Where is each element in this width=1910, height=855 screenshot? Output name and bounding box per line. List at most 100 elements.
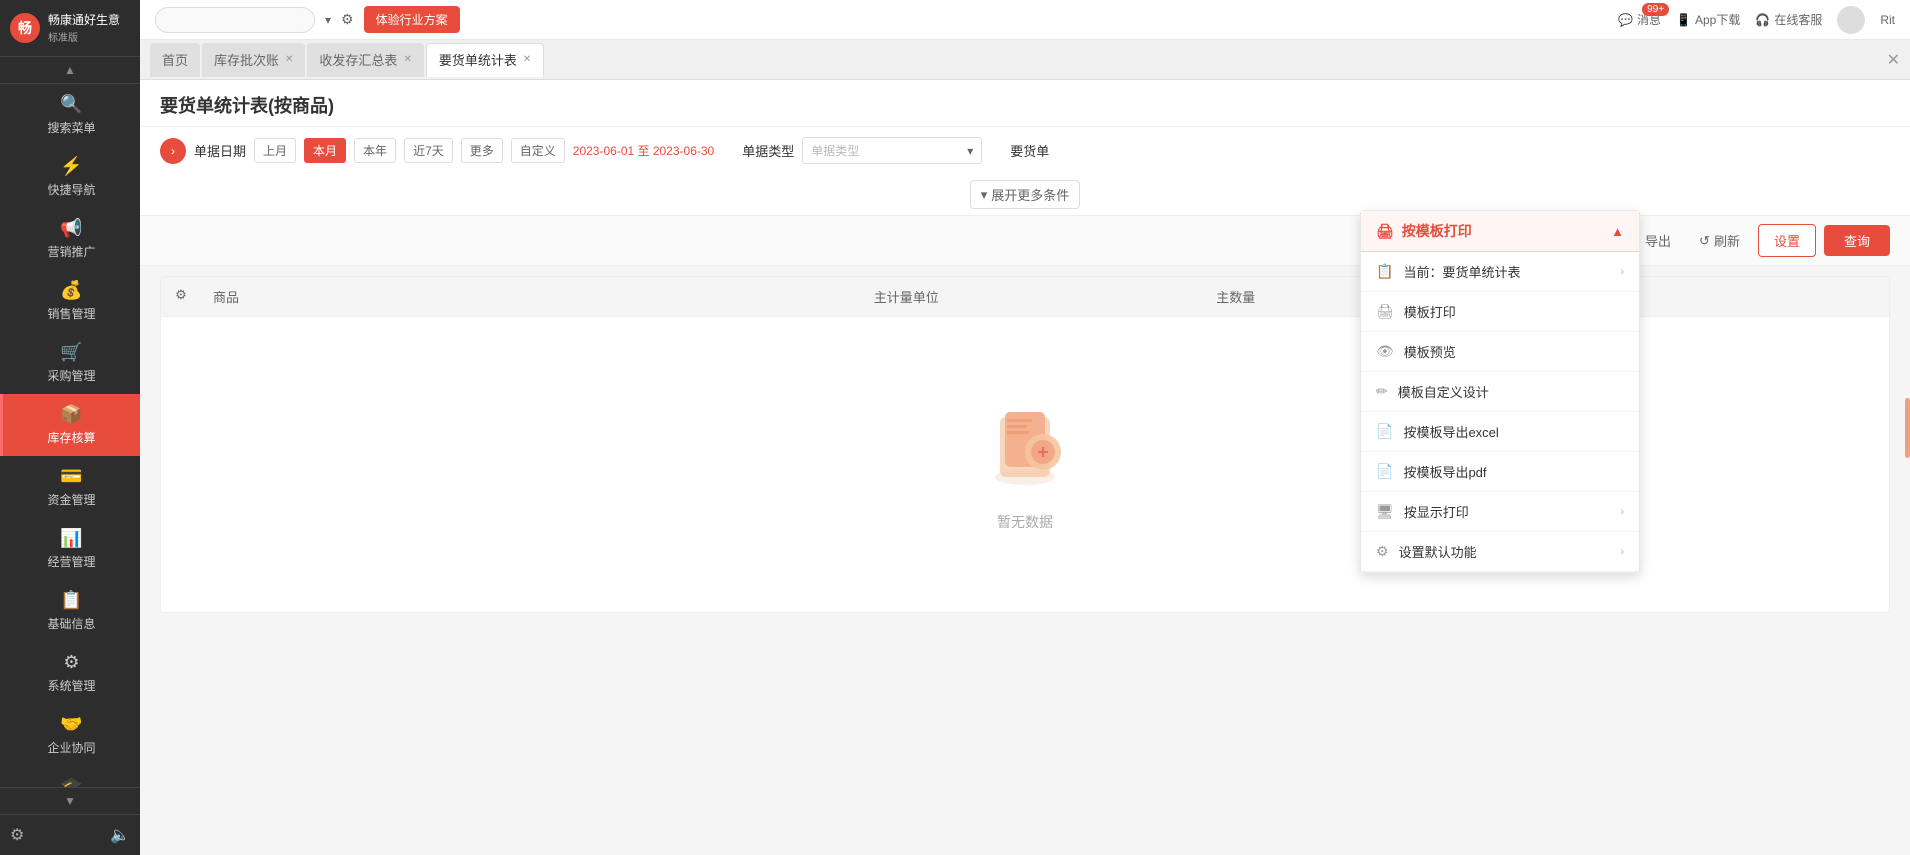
template-pdf-icon: 📄 <box>1376 463 1393 480</box>
sidebar-item-inventory[interactable]: 📦库存核算 <box>0 394 140 456</box>
app-name: 畅康通好生意 <box>48 12 120 29</box>
dropdown-current-item[interactable]: 📋 当前：要货单统计表 › <box>1361 252 1639 292</box>
user-avatar[interactable] <box>1837 6 1865 34</box>
template-design-label: 模板自定义设计 <box>1398 382 1489 401</box>
settings-bottom-icon[interactable]: ⚙ <box>10 825 24 845</box>
online-service-button[interactable]: 🎧 在线客服 <box>1755 11 1822 28</box>
tab-close-batch[interactable]: ✕ <box>285 54 293 65</box>
tab-home[interactable]: 首页 <box>150 43 200 77</box>
main-area: ▾ ⚙ 体验行业方案 💬 消息 99+ 📱 App下载 🎧 在线客服 Rit 首… <box>140 0 1910 855</box>
trial-button[interactable]: 体验行业方案 <box>364 6 460 33</box>
set-default-arrow: › <box>1620 546 1624 558</box>
date-more[interactable]: 更多 <box>461 138 503 163</box>
marketing-icon: 📢 <box>60 218 82 239</box>
sidebar-item-collab[interactable]: 🤝企业协同 <box>0 704 140 766</box>
query-button[interactable]: 查询 <box>1824 225 1890 256</box>
filter-expand-circle[interactable]: › <box>160 138 186 164</box>
template-excel-label: 按模板导出excel <box>1403 422 1498 441</box>
type-label: 单据类型 <box>742 141 794 160</box>
basic-label: 基础信息 <box>47 615 95 632</box>
template-print-icon: 🖨 <box>1376 303 1394 320</box>
date-custom[interactable]: 自定义 <box>511 138 565 163</box>
settings-button[interactable]: 设置 <box>1758 224 1816 257</box>
message-button[interactable]: 💬 消息 99+ <box>1618 11 1661 28</box>
date-7days[interactable]: 近7天 <box>404 138 453 163</box>
current-expand-arrow: › <box>1620 266 1624 278</box>
template-print-label: 模板打印 <box>1404 302 1456 321</box>
sidebar-item-purchase[interactable]: 🛒采购管理 <box>0 332 140 394</box>
tab-label-order-stats: 要货单统计表 <box>439 50 517 69</box>
type-select[interactable]: 单据类型 ▾ <box>802 137 982 164</box>
dropdown-title: 🖨 按模板打印 <box>1376 221 1472 241</box>
template-excel-icon: 📄 <box>1376 423 1393 440</box>
sidebar-item-guide[interactable]: 🎓新手引导 <box>0 766 140 787</box>
dropdown-print-icon: 🖨 <box>1376 223 1394 240</box>
collab-icon: 🤝 <box>60 714 82 735</box>
operation-icon: 📊 <box>60 528 82 549</box>
date-prev-month[interactable]: 上月 <box>254 138 296 163</box>
sidebar-scroll-down[interactable]: ▼ <box>62 792 78 810</box>
tab-panel-close-icon[interactable]: ✕ <box>1887 50 1900 70</box>
topbar-dropdown-arrow[interactable]: ▾ <box>325 13 331 27</box>
template-pdf-label: 按模板导出pdf <box>1403 462 1486 481</box>
operation-label: 经营管理 <box>47 553 95 570</box>
inventory-icon: 📦 <box>60 404 82 425</box>
dropdown-item-template-design[interactable]: ✏ 模板自定义设计 <box>1361 372 1639 412</box>
empty-text: 暂无数据 <box>997 512 1053 532</box>
tab-receipt[interactable]: 收发存汇总表 ✕ <box>307 43 423 77</box>
empty-icon <box>975 397 1075 497</box>
sidebar-scroll: 🔍搜索菜单⚡快捷导航 📢 营销推广 💰销售管理🛒采购管理📦库存核算💳资金管理 📊 经营管理… <box>0 84 140 787</box>
tab-order-stats[interactable]: 要货单统计表 ✕ <box>426 43 544 77</box>
message-icon: 💬 <box>1618 13 1633 27</box>
refresh-button[interactable]: ↺ 刷新 <box>1689 226 1750 255</box>
topbar: ▾ ⚙ 体验行业方案 💬 消息 99+ 📱 App下载 🎧 在线客服 Rit <box>140 0 1910 40</box>
dropdown-item-template-print[interactable]: 🖨 模板打印 <box>1361 292 1639 332</box>
system-label: 系统管理 <box>47 677 95 694</box>
tab-close-order-stats[interactable]: ✕ <box>523 54 531 65</box>
col-settings[interactable]: ⚙ <box>161 277 201 316</box>
goods-tag-label: 要货单 <box>1010 141 1049 160</box>
tab-label-batch: 库存批次账 <box>214 50 279 69</box>
filter-bar: › 单据日期 上月 本月 本年 近7天 更多 自定义 2023-06-01 至 … <box>140 127 1910 216</box>
sidebar-item-sales[interactable]: 💰销售管理 <box>0 270 140 332</box>
username-label[interactable]: Rit <box>1880 13 1895 27</box>
audio-bottom-icon[interactable]: 🔈 <box>110 825 130 845</box>
date-curr-month[interactable]: 本月 <box>304 138 346 163</box>
sidebar: 畅 畅康通好生意 标准版 ▲ 🔍搜索菜单⚡快捷导航📢营销推广💰销售管理🛒采购管理… <box>0 0 140 855</box>
app-tag: 标准版 <box>48 29 120 44</box>
page-header: 要货单统计表(按商品) <box>140 80 1910 127</box>
dropdown-close-arrow[interactable]: ▲ <box>1611 224 1624 239</box>
display-print-icon: 🖥 <box>1376 503 1394 520</box>
date-curr-year[interactable]: 本年 <box>354 138 396 163</box>
sidebar-item-search[interactable]: 🔍搜索菜单 <box>0 84 140 146</box>
tab-label-receipt: 收发存汇总表 <box>319 50 397 69</box>
sidebar-item-system[interactable]: ⚙系统管理 <box>0 642 140 704</box>
marketing-label: 营销推广 <box>47 243 95 260</box>
sidebar-item-operation[interactable]: 📊 经营管理 <box>0 518 140 580</box>
sidebar-scroll-up[interactable]: ▲ <box>62 61 78 79</box>
sidebar-item-finance[interactable]: 💳资金管理 <box>0 456 140 518</box>
sidebar-item-shortcut[interactable]: ⚡快捷导航 <box>0 146 140 208</box>
sales-label: 销售管理 <box>47 305 95 322</box>
purchase-label: 采购管理 <box>47 367 95 384</box>
tab-batch[interactable]: 库存批次账 ✕ <box>202 43 305 77</box>
template-preview-icon: 👁 <box>1376 343 1394 360</box>
dropdown-item-set-default[interactable]: ⚙ 设置默认功能 › <box>1361 532 1639 572</box>
basic-icon: 📋 <box>60 590 82 611</box>
sidebar-item-basic[interactable]: 📋 基础信息 <box>0 580 140 642</box>
dropdown-item-template-preview[interactable]: 👁 模板预览 <box>1361 332 1639 372</box>
expand-more-conditions[interactable]: ▾ 展开更多条件 <box>970 180 1081 209</box>
dropdown-item-template-pdf[interactable]: 📄 按模板导出pdf <box>1361 452 1639 492</box>
search-input[interactable] <box>155 7 315 33</box>
current-item-icon: 📋 <box>1376 263 1393 280</box>
sidebar-item-marketing[interactable]: 📢 营销推广 <box>0 208 140 270</box>
topbar-gear-icon[interactable]: ⚙ <box>341 11 354 28</box>
app-download-button[interactable]: 📱 App下载 <box>1676 11 1740 28</box>
topbar-right: 💬 消息 99+ 📱 App下载 🎧 在线客服 Rit <box>1618 6 1895 34</box>
right-scrollbar[interactable] <box>1905 398 1910 458</box>
finance-label: 资金管理 <box>47 491 95 508</box>
search-icon: 🔍 <box>60 94 82 115</box>
dropdown-item-template-excel[interactable]: 📄 按模板导出excel <box>1361 412 1639 452</box>
dropdown-item-display-print[interactable]: 🖥 按显示打印 › <box>1361 492 1639 532</box>
tab-close-receipt[interactable]: ✕ <box>403 54 411 65</box>
